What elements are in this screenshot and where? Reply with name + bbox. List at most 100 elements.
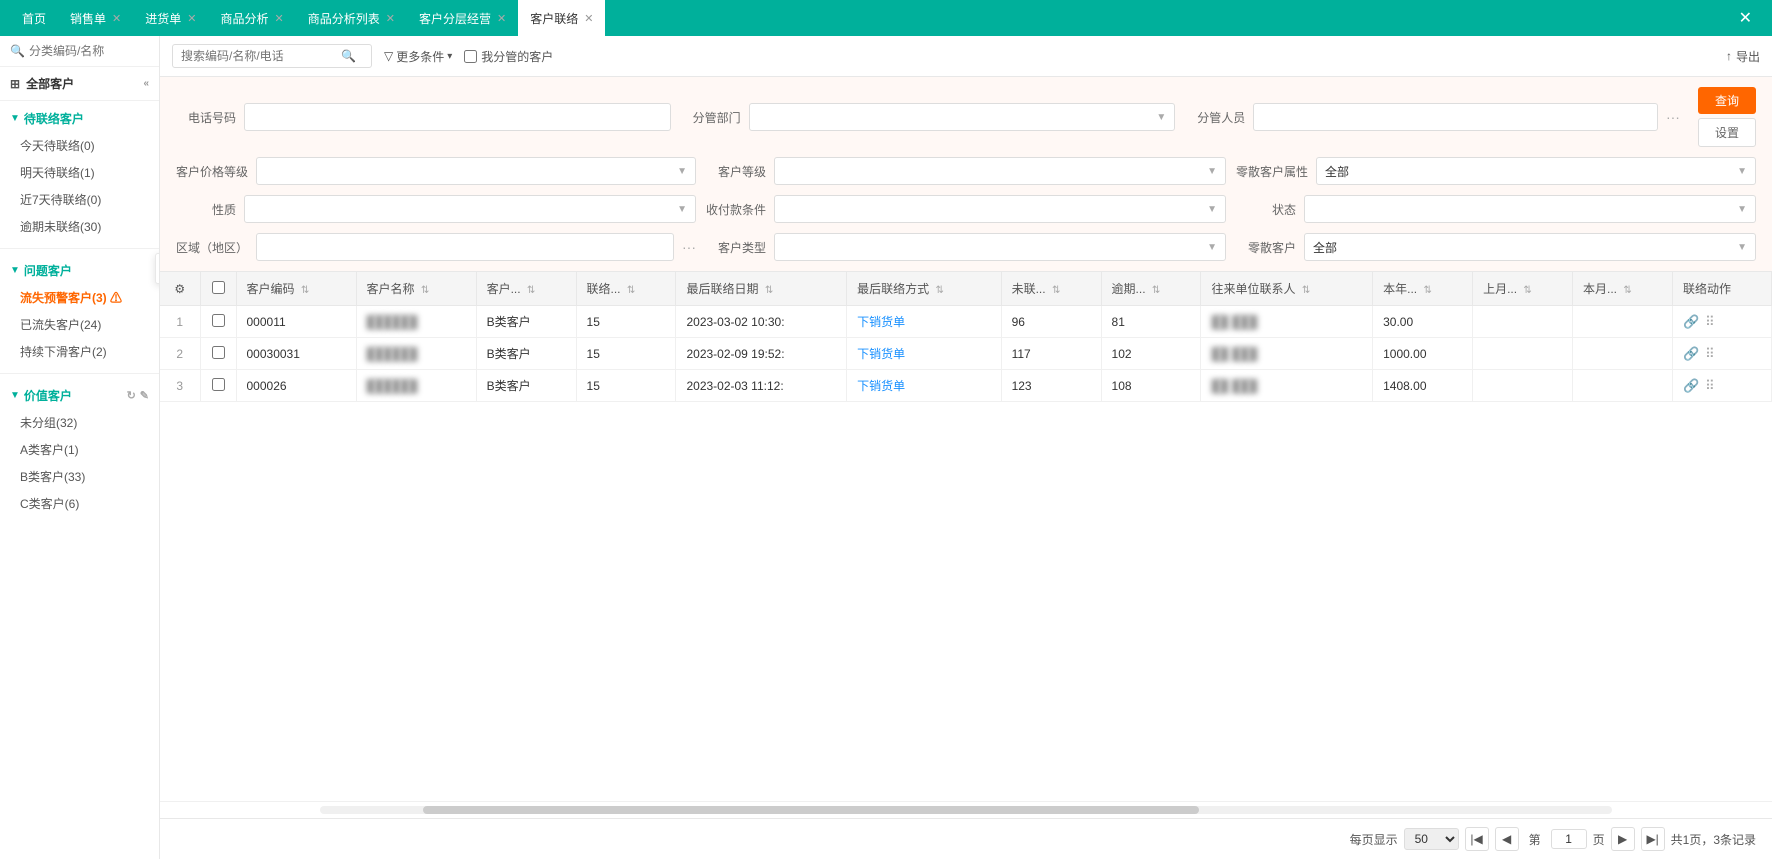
- sidebar-item-churn-warning[interactable]: 流失预警客户(3) ⚠: [0, 284, 159, 311]
- row-last-method-link[interactable]: 下销货单: [857, 347, 905, 361]
- phone-input[interactable]: [244, 103, 671, 131]
- region-select[interactable]: [256, 233, 674, 261]
- price-level-select[interactable]: ▼: [256, 157, 696, 185]
- tab-customer-contact[interactable]: 客户联络 ✕: [518, 0, 605, 36]
- prev-page-button[interactable]: ◀: [1495, 827, 1519, 851]
- customer-type-select[interactable]: ▼: [774, 233, 1226, 261]
- sort-overdue[interactable]: ⇅: [1152, 285, 1160, 296]
- action-link-icon[interactable]: 🔗: [1683, 378, 1699, 394]
- arrow-icon-3: ▼: [10, 390, 20, 401]
- action-more-icon[interactable]: ⠿: [1705, 378, 1715, 394]
- page-size-select[interactable]: 50 100 200: [1404, 828, 1459, 850]
- section-title-pending[interactable]: ▼ 待联络客户: [0, 105, 159, 132]
- tab-analysis[interactable]: 商品分析 ✕: [208, 0, 295, 36]
- row-last-method: 下销货单: [847, 370, 1001, 402]
- sort-last-month[interactable]: ⇅: [1523, 285, 1531, 296]
- gender-select[interactable]: ▼: [244, 195, 696, 223]
- last-page-button[interactable]: ▶|: [1641, 827, 1665, 851]
- sidebar-item-today[interactable]: 今天待联络(0): [0, 132, 159, 159]
- sidebar-item-declining[interactable]: 持续下滑客户(2): [0, 338, 159, 365]
- person-more-button[interactable]: ···: [1666, 109, 1680, 125]
- sidebar-all-customers[interactable]: ⊞ 全部客户 «: [0, 67, 159, 101]
- query-button[interactable]: 查询: [1698, 87, 1756, 114]
- row-year-amount: 1408.00: [1373, 370, 1473, 402]
- col-header-settings[interactable]: ⚙: [160, 272, 200, 306]
- sort-contact[interactable]: ⇅: [627, 285, 635, 296]
- person-select[interactable]: [1253, 103, 1658, 131]
- close-tab-analysis-list[interactable]: ✕: [386, 12, 395, 25]
- more-conditions-button[interactable]: ▽ 更多条件 ▾: [384, 48, 452, 65]
- dept-select[interactable]: ▼: [749, 103, 1176, 131]
- row-checkbox[interactable]: [212, 346, 225, 359]
- my-customers-checkbox-label[interactable]: 我分管的客户: [464, 48, 553, 65]
- region-more-button[interactable]: ···: [682, 239, 696, 255]
- export-button[interactable]: ↑ 导出: [1726, 48, 1760, 65]
- settings-button[interactable]: 设置: [1698, 118, 1756, 147]
- main-search-box[interactable]: 🔍: [172, 44, 372, 68]
- sort-code[interactable]: ⇅: [301, 285, 309, 296]
- payment-select[interactable]: ▼: [774, 195, 1226, 223]
- first-page-button[interactable]: |◀: [1465, 827, 1489, 851]
- refresh-icon[interactable]: ↻: [127, 389, 136, 402]
- section-title-problem[interactable]: ▼ 问题客户: [0, 257, 159, 284]
- close-tab-purchase[interactable]: ✕: [187, 12, 196, 25]
- window-close-button[interactable]: ✕: [1729, 8, 1762, 28]
- tab-customer-segment[interactable]: 客户分层经营 ✕: [407, 0, 518, 36]
- section-title-value[interactable]: ▼ 价值客户 ↻ ✎: [0, 382, 159, 409]
- col-header-checkbox[interactable]: [200, 272, 236, 306]
- action-link-icon[interactable]: 🔗: [1683, 314, 1699, 330]
- action-more-icon[interactable]: ⠿: [1705, 346, 1715, 362]
- sort-last-date[interactable]: ⇅: [765, 285, 773, 296]
- tab-purchase[interactable]: 进货单 ✕: [133, 0, 208, 36]
- sidebar-item-class-b[interactable]: B类客户(33): [0, 463, 159, 490]
- sidebar-item-churned[interactable]: 已流失客户(24): [0, 311, 159, 338]
- select-all-checkbox[interactable]: [212, 281, 225, 294]
- sidebar-item-ungrouped[interactable]: 未分组(32): [0, 409, 159, 436]
- action-link-icon[interactable]: 🔗: [1683, 346, 1699, 362]
- row-last-method-link[interactable]: 下销货单: [857, 379, 905, 393]
- row-checkbox[interactable]: [212, 314, 225, 327]
- tab-sales[interactable]: 销售单 ✕: [58, 0, 133, 36]
- row-checkbox-cell[interactable]: [200, 370, 236, 402]
- status-select[interactable]: ▼: [1304, 195, 1756, 223]
- sidebar: 🔍 ⊞ 全部客户 « ▼ 待联络客户 今天待联络(0) 明天待联络(1) 近7天…: [0, 36, 160, 859]
- close-tab-sales[interactable]: ✕: [112, 12, 121, 25]
- sidebar-item-class-a[interactable]: A类客户(1): [0, 436, 159, 463]
- sort-contact-person[interactable]: ⇅: [1302, 285, 1310, 296]
- zero-customer-select[interactable]: 全部 ▼: [1304, 233, 1756, 261]
- sort-year[interactable]: ⇅: [1423, 285, 1431, 296]
- action-more-icon[interactable]: ⠿: [1705, 314, 1715, 330]
- main-search-button[interactable]: 🔍: [341, 49, 356, 63]
- sidebar-item-tomorrow[interactable]: 明天待联络(1): [0, 159, 159, 186]
- close-tab-customer-segment[interactable]: ✕: [497, 12, 506, 25]
- settings-icon[interactable]: ⚙: [174, 282, 185, 296]
- sidebar-search-input[interactable]: [29, 44, 160, 58]
- sort-this-month[interactable]: ⇅: [1623, 285, 1631, 296]
- row-unlisted: 123: [1001, 370, 1101, 402]
- sort-unlisted[interactable]: ⇅: [1052, 285, 1060, 296]
- edit-icon[interactable]: ✎: [140, 389, 149, 402]
- zero-attr-select[interactable]: 全部 ▼: [1316, 157, 1756, 185]
- horizontal-scrollbar[interactable]: [320, 806, 1612, 814]
- scrollbar-thumb[interactable]: [423, 806, 1198, 814]
- sidebar-item-class-c[interactable]: C类客户(6): [0, 490, 159, 517]
- sort-name[interactable]: ⇅: [421, 285, 429, 296]
- tab-analysis-list[interactable]: 商品分析列表 ✕: [296, 0, 407, 36]
- next-page-button[interactable]: ▶: [1611, 827, 1635, 851]
- row-checkbox-cell[interactable]: [200, 338, 236, 370]
- row-last-method-link[interactable]: 下销货单: [857, 315, 905, 329]
- customer-level-select[interactable]: ▼: [774, 157, 1226, 185]
- row-checkbox[interactable]: [212, 378, 225, 391]
- row-checkbox-cell[interactable]: [200, 306, 236, 338]
- close-tab-analysis[interactable]: ✕: [275, 12, 284, 25]
- main-search-input[interactable]: [181, 49, 341, 63]
- sidebar-search-box[interactable]: 🔍: [0, 36, 159, 67]
- sort-type[interactable]: ⇅: [527, 285, 535, 296]
- sort-last-method[interactable]: ⇅: [936, 285, 944, 296]
- close-tab-customer-contact[interactable]: ✕: [584, 12, 593, 25]
- sidebar-item-7days[interactable]: 近7天待联络(0): [0, 186, 159, 213]
- tab-home[interactable]: 首页: [10, 0, 58, 36]
- page-number-input[interactable]: [1551, 829, 1587, 849]
- sidebar-item-overdue[interactable]: 逾期未联络(30): [0, 213, 159, 240]
- my-customers-checkbox[interactable]: [464, 50, 477, 63]
